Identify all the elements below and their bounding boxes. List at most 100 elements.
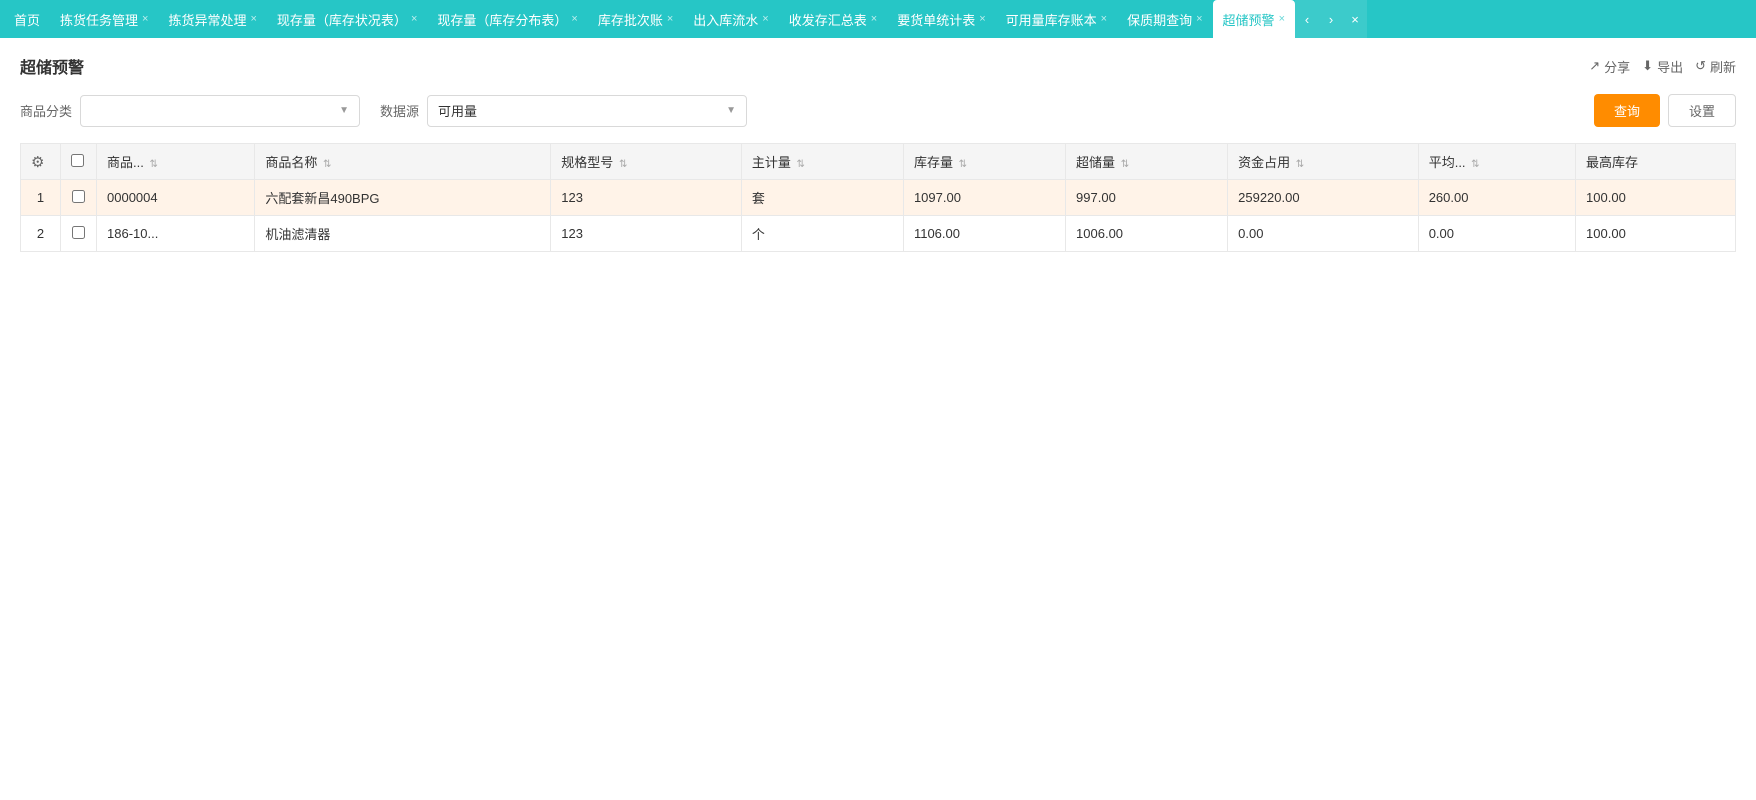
share-icon: ↗ [1589, 58, 1600, 74]
nav-arrow-right[interactable]: › [1319, 0, 1343, 38]
nav-arrow-close[interactable]: × [1343, 0, 1367, 38]
th-checkbox [61, 144, 97, 180]
row-checkbox[interactable] [72, 190, 85, 203]
filter-actions: 查询 设置 [1594, 94, 1736, 127]
cell-max-stock: 100.00 [1576, 180, 1736, 216]
nav-item-stock-dist[interactable]: 现存量（库存分布表） × [427, 0, 587, 38]
nav-close-available-stock[interactable]: × [1101, 13, 1107, 25]
row-checkbox-cell [61, 180, 97, 216]
nav-close-flow[interactable]: × [762, 13, 768, 25]
refresh-button[interactable]: ↺ 刷新 [1695, 57, 1736, 76]
top-navigation: 首页 拣货任务管理 × 拣货异常处理 × 现存量（库存状况表） × 现存量（库存… [0, 0, 1756, 38]
row-checkbox[interactable] [72, 226, 85, 239]
nav-item-home[interactable]: 首页 [4, 0, 50, 38]
th-num: ⚙ [21, 144, 61, 180]
cell-max-stock: 100.00 [1576, 216, 1736, 252]
cell-product-code: 0000004 [97, 180, 255, 216]
nav-item-flow[interactable]: 出入库流水 × [683, 0, 778, 38]
sort-icon-over-stock: ⇅ [1121, 159, 1129, 170]
table-row: 1 0000004 六配套新昌490BPG 123 套 1097.00 997.… [21, 180, 1736, 216]
cell-capital: 259220.00 [1228, 180, 1419, 216]
th-product-name[interactable]: 商品名称 ⇅ [255, 144, 551, 180]
category-label: 商品分类 [20, 101, 72, 120]
filter-row: 商品分类 ▼ 数据源 可用量 ▼ 查询 设置 [20, 94, 1736, 127]
table-header: ⚙ 商品... ⇅ 商品名称 ⇅ 规格型号 ⇅ 主计量 [21, 144, 1736, 180]
cell-product-code: 186-10... [97, 216, 255, 252]
datasource-select-text: 可用量 [438, 101, 477, 120]
th-unit[interactable]: 主计量 ⇅ [741, 144, 903, 180]
th-avg[interactable]: 平均... ⇅ [1418, 144, 1575, 180]
cell-avg: 0.00 [1418, 216, 1575, 252]
table-row: 2 186-10... 机油滤清器 123 个 1106.00 1006.00 … [21, 216, 1736, 252]
page-content: 超储预警 ↗ 分享 ⬇ 导出 ↺ 刷新 商品分类 ▼ 数据源 [0, 38, 1756, 800]
datasource-select[interactable]: 可用量 ▼ [427, 95, 747, 127]
page-title: 超储预警 [20, 54, 84, 78]
nav-close-stock-status[interactable]: × [411, 13, 417, 25]
nav-item-available-stock[interactable]: 可用量库存账本 × [996, 0, 1117, 38]
settings-button[interactable]: 设置 [1668, 94, 1736, 127]
table-body: 1 0000004 六配套新昌490BPG 123 套 1097.00 997.… [21, 180, 1736, 252]
page-header: 超储预警 ↗ 分享 ⬇ 导出 ↺ 刷新 [20, 54, 1736, 78]
nav-item-pick-exception[interactable]: 拣货异常处理 × [158, 0, 266, 38]
th-product-code[interactable]: 商品... ⇅ [97, 144, 255, 180]
gear-icon[interactable]: ⚙ [31, 154, 44, 171]
sort-icon-code: ⇅ [149, 159, 157, 170]
cell-over-stock: 997.00 [1066, 180, 1228, 216]
cell-avg: 260.00 [1418, 180, 1575, 216]
nav-item-pick-task[interactable]: 拣货任务管理 × [50, 0, 158, 38]
export-icon: ⬇ [1642, 58, 1653, 74]
export-button[interactable]: ⬇ 导出 [1642, 57, 1683, 76]
cell-unit: 个 [741, 216, 903, 252]
sort-icon-unit: ⇅ [797, 159, 805, 170]
select-all-checkbox[interactable] [71, 154, 84, 167]
category-select[interactable]: ▼ [80, 95, 360, 127]
nav-close-overstock[interactable]: × [1279, 13, 1285, 25]
cell-product-name: 六配套新昌490BPG [255, 180, 551, 216]
data-table: ⚙ 商品... ⇅ 商品名称 ⇅ 规格型号 ⇅ 主计量 [20, 143, 1736, 252]
refresh-icon: ↺ [1695, 58, 1706, 74]
datasource-filter: 数据源 可用量 ▼ [380, 95, 747, 127]
category-filter: 商品分类 ▼ [20, 95, 360, 127]
datasource-label: 数据源 [380, 101, 419, 120]
sort-icon-name: ⇅ [323, 159, 331, 170]
chevron-down-icon-ds: ▼ [726, 105, 736, 116]
nav-close-stock-dist[interactable]: × [571, 13, 577, 25]
cell-stock: 1097.00 [903, 180, 1065, 216]
cell-over-stock: 1006.00 [1066, 216, 1228, 252]
nav-item-summary[interactable]: 收发存汇总表 × [779, 0, 887, 38]
th-stock[interactable]: 库存量 ⇅ [903, 144, 1065, 180]
share-button[interactable]: ↗ 分享 [1589, 57, 1630, 76]
nav-close-pick-task[interactable]: × [142, 13, 148, 25]
nav-item-quality-check[interactable]: 保质期查询 × [1117, 0, 1212, 38]
cell-spec: 123 [551, 216, 742, 252]
th-max-stock[interactable]: 最高库存 [1576, 144, 1736, 180]
th-over-stock[interactable]: 超储量 ⇅ [1066, 144, 1228, 180]
cell-stock: 1106.00 [903, 216, 1065, 252]
sort-icon-avg: ⇅ [1471, 159, 1479, 170]
sort-icon-spec: ⇅ [619, 159, 627, 170]
th-capital[interactable]: 资金占用 ⇅ [1228, 144, 1419, 180]
header-actions: ↗ 分享 ⬇ 导出 ↺ 刷新 [1589, 57, 1736, 76]
th-spec[interactable]: 规格型号 ⇅ [551, 144, 742, 180]
cell-capital: 0.00 [1228, 216, 1419, 252]
nav-close-batch-account[interactable]: × [667, 13, 673, 25]
nav-item-demand-stats[interactable]: 要货单统计表 × [887, 0, 995, 38]
nav-close-quality-check[interactable]: × [1196, 13, 1202, 25]
nav-arrow-left[interactable]: ‹ [1295, 0, 1319, 38]
sort-icon-capital: ⇅ [1296, 159, 1304, 170]
nav-item-stock-status[interactable]: 现存量（库存状况表） × [267, 0, 427, 38]
cell-product-name: 机油滤清器 [255, 216, 551, 252]
nav-close-demand-stats[interactable]: × [979, 13, 985, 25]
sort-icon-stock: ⇅ [959, 159, 967, 170]
query-button[interactable]: 查询 [1594, 94, 1660, 127]
chevron-down-icon: ▼ [339, 105, 349, 116]
nav-item-overstock[interactable]: 超储预警 × [1213, 0, 1295, 38]
nav-close-summary[interactable]: × [871, 13, 877, 25]
nav-close-pick-exception[interactable]: × [250, 13, 256, 25]
row-num: 1 [21, 180, 61, 216]
cell-unit: 套 [741, 180, 903, 216]
row-checkbox-cell [61, 216, 97, 252]
row-num: 2 [21, 216, 61, 252]
nav-item-batch-account[interactable]: 库存批次账 × [588, 0, 683, 38]
cell-spec: 123 [551, 180, 742, 216]
